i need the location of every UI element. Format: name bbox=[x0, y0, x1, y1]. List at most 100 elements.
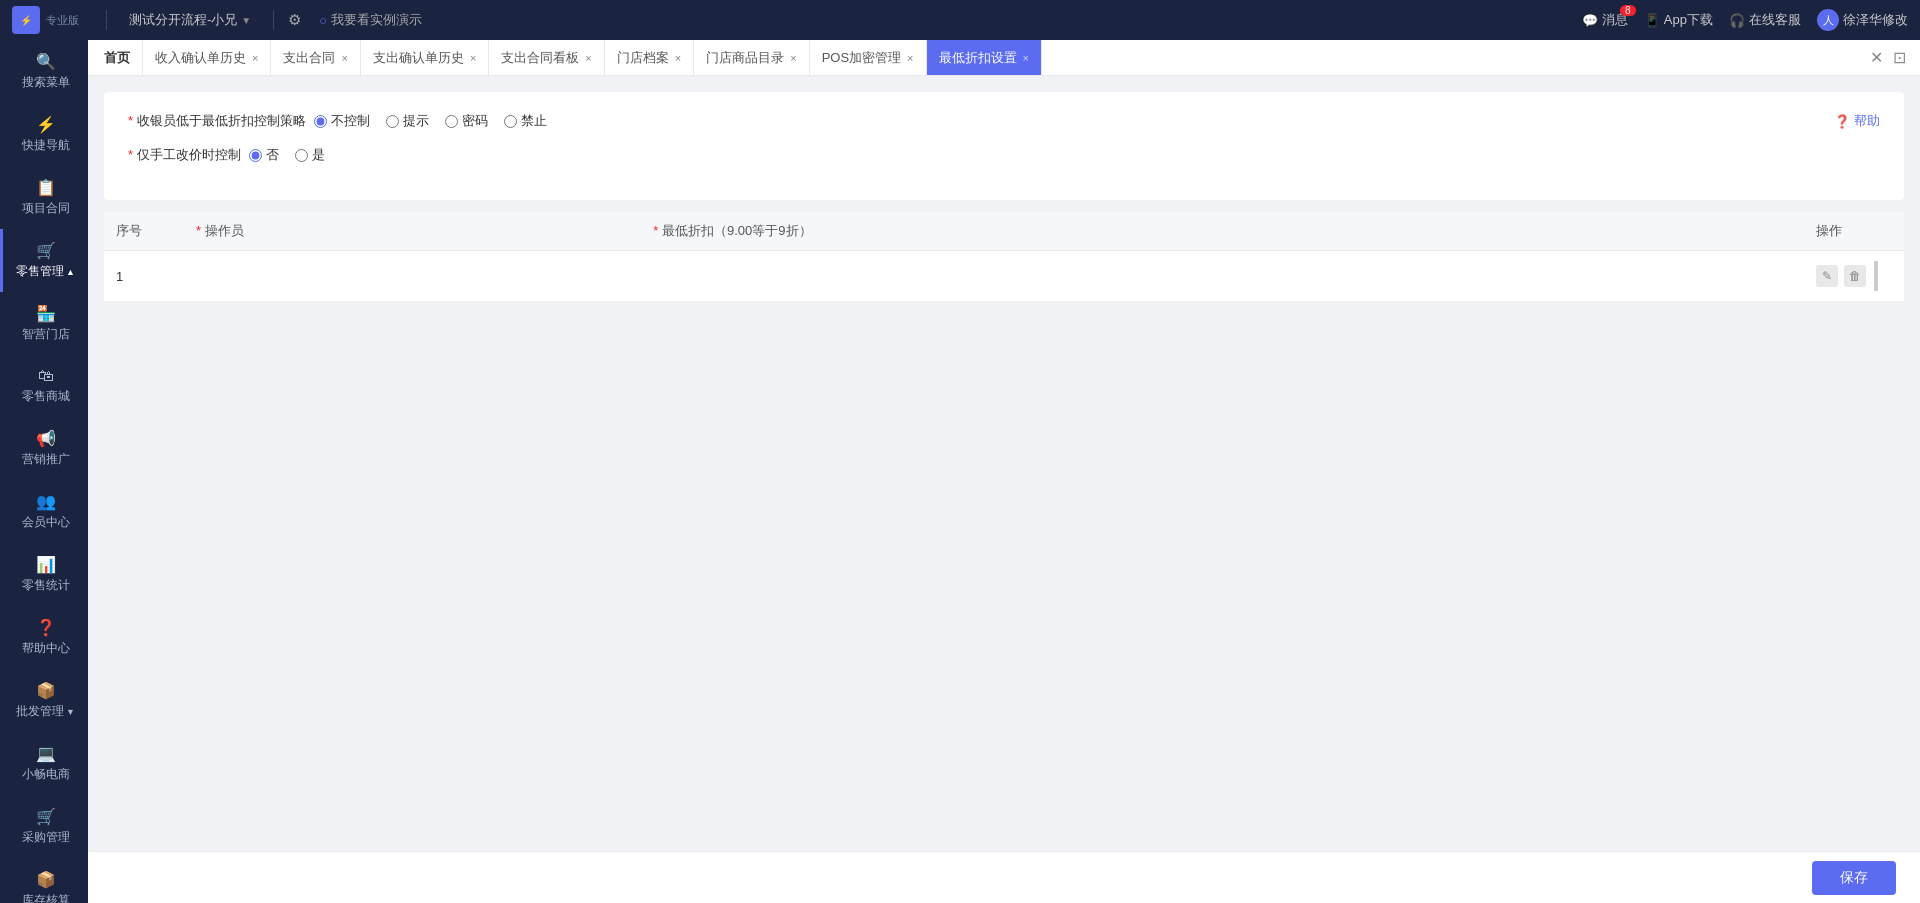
online-service-label: 在线客服 bbox=[1749, 11, 1801, 29]
cell-actions: ✎ 🗑 bbox=[1804, 251, 1904, 302]
sidebar-item-retail-stats[interactable]: 📊 零售统计 bbox=[0, 543, 88, 606]
sidebar-item-purchase-mgmt[interactable]: 🛒 采购管理 bbox=[0, 795, 88, 858]
user-button[interactable]: 人 徐泽华修改 bbox=[1817, 9, 1908, 31]
sidebar-item-ecommerce[interactable]: 💻 小畅电商 bbox=[0, 732, 88, 795]
manual-price-radio-group: 否 是 bbox=[249, 146, 325, 164]
tab-payment-board[interactable]: 支出合同看板 × bbox=[489, 40, 604, 76]
sidebar-item-marketing[interactable]: 📢 营销推广 bbox=[0, 417, 88, 480]
delete-row-button[interactable]: 🗑 bbox=[1844, 265, 1866, 287]
radio-password[interactable]: 密码 bbox=[445, 112, 488, 130]
top-bar-right: 💬 消息 8 📱 App下载 🎧 在线客服 人 徐泽华修改 bbox=[1582, 9, 1908, 31]
col-operator: * 操作员 bbox=[184, 212, 641, 251]
cell-seq: 1 bbox=[104, 251, 184, 302]
online-store-icon: 🛍 bbox=[38, 367, 54, 385]
radio-remind[interactable]: 提示 bbox=[386, 112, 429, 130]
chevron-down-icon: ▼ bbox=[66, 707, 75, 717]
inventory-icon: 📦 bbox=[36, 870, 56, 889]
tab-payment-contract-close[interactable]: × bbox=[341, 52, 347, 64]
help-label: 帮助 bbox=[1854, 112, 1880, 130]
sidebar-item-online-store-label: 零售商城 bbox=[22, 388, 70, 405]
tab-min-discount-close[interactable]: × bbox=[1023, 52, 1029, 64]
tab-payment-confirm-history[interactable]: 支出确认单历史 × bbox=[361, 40, 489, 76]
sidebar-item-retail-label: 零售管理 bbox=[16, 263, 64, 280]
tab-pos-mgmt-label: POS加密管理 bbox=[822, 49, 901, 67]
tab-pos-mgmt-close[interactable]: × bbox=[907, 52, 913, 64]
sidebar-item-marketing-label: 营销推广 bbox=[22, 451, 70, 468]
edit-row-button[interactable]: ✎ bbox=[1816, 265, 1838, 287]
project-name: 测试分开流程-小兄 bbox=[129, 11, 237, 29]
demo-button[interactable]: ○ 我要看实例演示 bbox=[319, 11, 422, 29]
manual-price-row: 仅手工改价时控制 否 是 bbox=[128, 146, 1880, 164]
page-content: 收银员低于最低折扣控制策略 不控制 提示 密码 bbox=[88, 76, 1920, 851]
tab-home-label: 首页 bbox=[104, 49, 130, 67]
sidebar-item-shortcuts[interactable]: ⚡ 快捷导航 bbox=[0, 103, 88, 166]
sidebar-item-member-center[interactable]: 👥 会员中心 bbox=[0, 480, 88, 543]
tab-income-history[interactable]: 收入确认单历史 × bbox=[143, 40, 271, 76]
save-button[interactable]: 保存 bbox=[1812, 861, 1896, 895]
tab-store-files-close[interactable]: × bbox=[675, 52, 681, 64]
radio-no[interactable]: 否 bbox=[249, 146, 279, 164]
online-service-button[interactable]: 🎧 在线客服 bbox=[1729, 11, 1801, 29]
cashier-policy-label: 收银员低于最低折扣控制策略 bbox=[128, 112, 306, 130]
sidebar-item-member-label: 会员中心 bbox=[22, 514, 70, 531]
sidebar: 🔍 搜索菜单 ⚡ 快捷导航 📋 项目合同 🛒 零售管理 ▲ 🏪 智营门店 🛍 bbox=[0, 40, 88, 903]
form-panel: 收银员低于最低折扣控制策略 不控制 提示 密码 bbox=[104, 92, 1904, 200]
row-scrollbar bbox=[1874, 261, 1878, 291]
tab-payment-board-close[interactable]: × bbox=[585, 52, 591, 64]
tab-close-all-button[interactable]: ✕ bbox=[1868, 46, 1885, 69]
divider-1 bbox=[106, 10, 107, 30]
sidebar-item-search[interactable]: 🔍 搜索菜单 bbox=[0, 40, 88, 103]
project-selector[interactable]: 测试分开流程-小兄 ▼ bbox=[121, 11, 259, 29]
radio-no-control[interactable]: 不控制 bbox=[314, 112, 370, 130]
contract-icon: 📋 bbox=[36, 178, 56, 197]
help-icon: ❓ bbox=[36, 618, 56, 637]
tab-expand-button[interactable]: ⊡ bbox=[1891, 46, 1908, 69]
radio-no-label: 否 bbox=[266, 146, 279, 164]
service-icon: 🎧 bbox=[1729, 13, 1745, 28]
sidebar-item-retail-mgmt[interactable]: 🛒 零售管理 ▲ bbox=[0, 229, 88, 292]
tab-home[interactable]: 首页 bbox=[92, 40, 143, 76]
sidebar-item-contract-label: 项目合同 bbox=[22, 200, 70, 217]
help-icon: ❓ bbox=[1834, 114, 1850, 129]
radio-password-input[interactable] bbox=[445, 115, 458, 128]
sidebar-item-wholesale-mgmt[interactable]: 📦 批发管理 ▼ bbox=[0, 669, 88, 732]
sidebar-item-inventory[interactable]: 📦 库存核算 bbox=[0, 858, 88, 903]
sidebar-item-help-center[interactable]: ❓ 帮助中心 bbox=[0, 606, 88, 669]
download-icon: 📱 bbox=[1644, 13, 1660, 28]
tab-min-discount[interactable]: 最低折扣设置 × bbox=[927, 40, 1042, 76]
radio-yes[interactable]: 是 bbox=[295, 146, 325, 164]
message-icon: 💬 bbox=[1582, 13, 1598, 28]
table-panel: 序号 * 操作员 * 最低折扣（9.00等于9折） 操作 bbox=[104, 212, 1904, 302]
tab-store-files-label: 门店档案 bbox=[617, 49, 669, 67]
manual-price-label: 仅手工改价时控制 bbox=[128, 146, 241, 164]
radio-remind-input[interactable] bbox=[386, 115, 399, 128]
sidebar-item-online-store[interactable]: 🛍 零售商城 bbox=[0, 355, 88, 417]
action-icons: ✎ 🗑 bbox=[1816, 261, 1892, 291]
user-avatar-icon: 人 bbox=[1817, 9, 1839, 31]
radio-forbid[interactable]: 禁止 bbox=[504, 112, 547, 130]
tab-payment-confirm-close[interactable]: × bbox=[470, 52, 476, 64]
help-button[interactable]: ❓ 帮助 bbox=[1834, 112, 1880, 130]
tab-pos-mgmt[interactable]: POS加密管理 × bbox=[810, 40, 927, 76]
radio-yes-input[interactable] bbox=[295, 149, 308, 162]
radio-no-control-input[interactable] bbox=[314, 115, 327, 128]
radio-forbid-input[interactable] bbox=[504, 115, 517, 128]
ecommerce-icon: 💻 bbox=[36, 744, 56, 763]
app-download-button[interactable]: 📱 App下载 bbox=[1644, 11, 1713, 29]
tab-store-files[interactable]: 门店档案 × bbox=[605, 40, 694, 76]
settings-icon[interactable]: ⚙ bbox=[288, 11, 301, 29]
sidebar-item-project-contract[interactable]: 📋 项目合同 bbox=[0, 166, 88, 229]
messages-button[interactable]: 💬 消息 8 bbox=[1582, 11, 1628, 29]
sidebar-item-smart-store[interactable]: 🏪 智营门店 bbox=[0, 292, 88, 355]
tab-store-catalog-close[interactable]: × bbox=[790, 52, 796, 64]
table-row: 1 ✎ bbox=[104, 251, 1904, 302]
tab-payment-contract[interactable]: 支出合同 × bbox=[271, 40, 360, 76]
radio-no-input[interactable] bbox=[249, 149, 262, 162]
sidebar-item-inventory-label: 库存核算 bbox=[22, 892, 70, 903]
tab-store-catalog[interactable]: 门店商品目录 × bbox=[694, 40, 809, 76]
col-seq: 序号 bbox=[104, 212, 184, 251]
tab-income-history-close[interactable]: × bbox=[252, 52, 258, 64]
discount-table: 序号 * 操作员 * 最低折扣（9.00等于9折） 操作 bbox=[104, 212, 1904, 302]
app-logo: ⚡ 专业版 bbox=[12, 6, 92, 34]
sidebar-item-shortcuts-label: 快捷导航 bbox=[22, 137, 70, 154]
